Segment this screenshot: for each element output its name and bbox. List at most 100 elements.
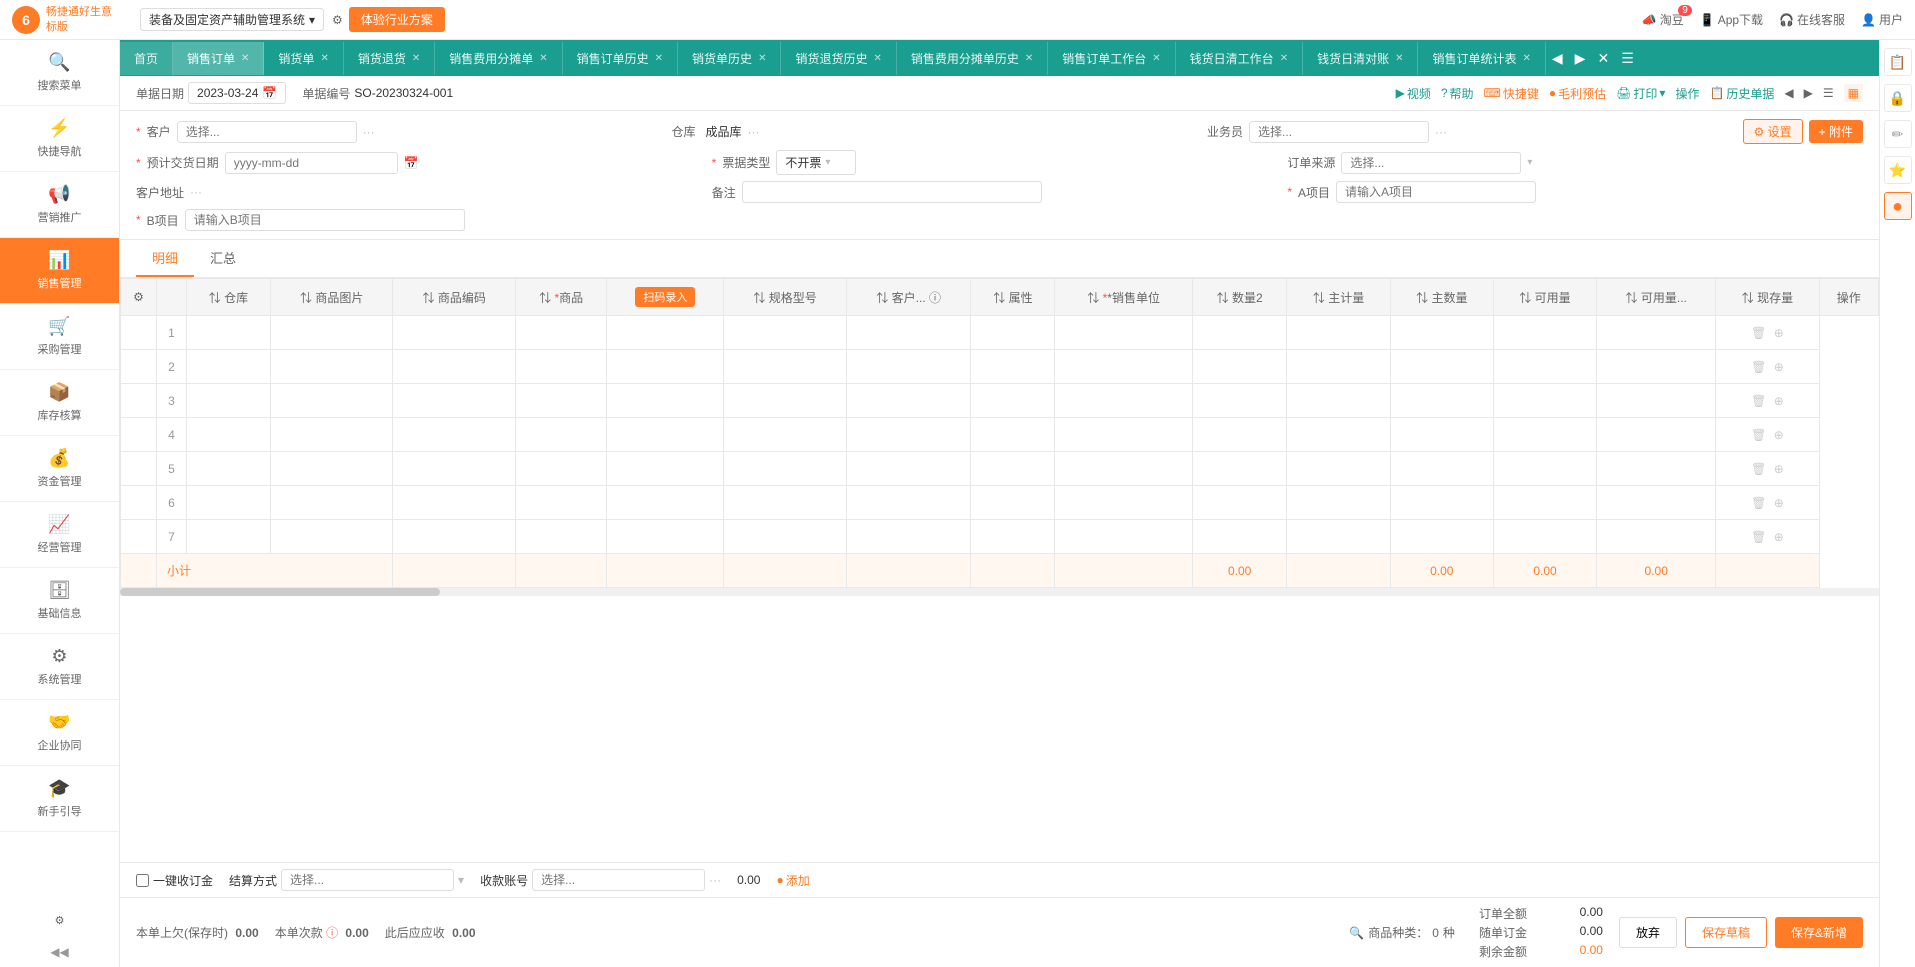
tab-close-icon[interactable]: ✕ xyxy=(873,53,881,64)
a-project-input[interactable] xyxy=(1336,181,1536,203)
customer-dots[interactable]: ··· xyxy=(363,125,375,139)
tab-close-icon[interactable]: ✕ xyxy=(412,53,420,64)
th-attr[interactable]: ⇅ 属性 xyxy=(971,279,1055,316)
one-click-checkbox[interactable] xyxy=(136,874,149,887)
b-project-input[interactable] xyxy=(185,209,465,231)
delivery-date-input[interactable] xyxy=(225,152,398,174)
tab-detail[interactable]: 明细 xyxy=(136,240,194,277)
tab-summary[interactable]: 汇总 xyxy=(194,240,252,277)
customer-input[interactable] xyxy=(177,121,357,143)
tab-sales-bill[interactable]: 销货单 ✕ xyxy=(264,42,343,75)
tab-close-icon[interactable]: ✕ xyxy=(539,53,547,64)
add-btn[interactable]: ● 添加 xyxy=(776,872,809,889)
sidebar-item-basic[interactable]: 🗄 基础信息 xyxy=(0,568,119,634)
delete-icon[interactable]: 🗑 xyxy=(1751,428,1766,442)
delete-icon[interactable]: 🗑 xyxy=(1751,326,1766,340)
tab-close-all-btn[interactable]: ✕ xyxy=(1591,50,1615,67)
tab-prev-btn[interactable]: ◀ xyxy=(1546,50,1569,67)
grid-view-icon[interactable]: ▦ xyxy=(1844,84,1863,102)
tab-sales-expense[interactable]: 销售费用分摊单 ✕ xyxy=(435,42,562,75)
operation-link[interactable]: 操作 xyxy=(1675,85,1699,102)
th-available[interactable]: ⇅ 可用量 xyxy=(1493,279,1596,316)
tab-expense-history[interactable]: 销售费用分摊单历史 ✕ xyxy=(897,42,1048,75)
one-click-checkbox-label[interactable]: 一键收订金 xyxy=(136,872,213,889)
salesperson-dots[interactable]: ··· xyxy=(1435,125,1447,139)
tab-cash-reconcile[interactable]: 钱货日清对账 ✕ xyxy=(1303,42,1418,75)
list-view-icon[interactable]: ☰ xyxy=(1823,86,1834,100)
print-link[interactable]: 🖨 打印 ▾ xyxy=(1616,85,1665,102)
attach-btn[interactable]: + 附件 xyxy=(1809,120,1863,143)
tab-close-icon[interactable]: ✕ xyxy=(1025,53,1033,64)
th-scan[interactable]: 扫码录入 xyxy=(607,279,724,316)
tab-sales-order-history[interactable]: 销售订单历史 ✕ xyxy=(563,42,678,75)
th-stock[interactable]: ⇅ 现存量 xyxy=(1716,279,1819,316)
sidebar-item-system[interactable]: ⚙ 系统管理 xyxy=(0,634,119,700)
date-input[interactable]: 2023-03-24 📅 xyxy=(188,82,286,104)
th-image[interactable]: ⇅ 商品图片 xyxy=(270,279,392,316)
copy-icon[interactable]: ⊕ xyxy=(1774,496,1784,510)
th-main-unit[interactable]: ⇅ 主计量 xyxy=(1287,279,1390,316)
notes-input[interactable] xyxy=(742,181,1042,203)
delete-icon[interactable]: 🗑 xyxy=(1751,462,1766,476)
right-icon-lock[interactable]: 🔒 xyxy=(1884,84,1912,112)
account-dots[interactable]: ··· xyxy=(709,873,721,887)
th-unit[interactable]: ⇅ **销售单位 xyxy=(1055,279,1192,316)
horizontal-scrollbar[interactable] xyxy=(120,588,1879,596)
tab-order-workbench[interactable]: 销售订单工作台 ✕ xyxy=(1048,42,1175,75)
user-menu[interactable]: 👤 用户 xyxy=(1861,11,1903,28)
help-link[interactable]: ? 帮助 xyxy=(1441,85,1474,102)
save-new-btn[interactable]: 保存&新增 xyxy=(1775,917,1863,948)
app-download-link[interactable]: 📱 App下载 xyxy=(1700,11,1763,28)
th-product[interactable]: ⇅ *商品 xyxy=(515,279,606,316)
sidebar-item-marketing[interactable]: 📢 营销推广 xyxy=(0,172,119,238)
sidebar-item-finance[interactable]: 💰 资金管理 xyxy=(0,436,119,502)
th-warehouse[interactable]: ⇅ 仓库 xyxy=(187,279,271,316)
sidebar-item-operations[interactable]: 📈 经营管理 xyxy=(0,502,119,568)
save-draft-btn[interactable]: 保存草稿 xyxy=(1685,917,1767,948)
payment-method-input[interactable] xyxy=(281,869,454,891)
tab-bill-history[interactable]: 销货单历史 ✕ xyxy=(678,42,781,75)
tab-next-btn[interactable]: ▶ xyxy=(1569,50,1592,67)
account-input[interactable] xyxy=(532,869,705,891)
right-icon-clipboard[interactable]: 📋 xyxy=(1884,48,1912,76)
settings-btn[interactable]: ⚙ 设置 xyxy=(1743,119,1803,144)
copy-icon[interactable]: ⊕ xyxy=(1774,530,1784,544)
tab-home[interactable]: 首页 xyxy=(120,42,173,75)
sidebar-item-quicknav[interactable]: ⚡ 快捷导航 xyxy=(0,106,119,172)
online-support-link[interactable]: 🎧 在线客服 xyxy=(1779,11,1845,28)
warehouse-dots[interactable]: ··· xyxy=(748,125,760,139)
tab-close-icon[interactable]: ✕ xyxy=(655,53,663,64)
order-source-input[interactable] xyxy=(1341,152,1521,174)
th-gear[interactable]: ⚙ xyxy=(121,279,157,316)
copy-icon[interactable]: ⊕ xyxy=(1774,462,1784,476)
tab-close-icon[interactable]: ✕ xyxy=(1523,53,1531,64)
sidebar-collapse-btn[interactable]: ◀◀ xyxy=(0,937,119,967)
delete-icon[interactable]: 🗑 xyxy=(1751,360,1766,374)
tab-menu-btn[interactable]: ☰ xyxy=(1615,50,1640,67)
sidebar-item-guide[interactable]: 🎓 新手引导 xyxy=(0,766,119,832)
invoice-type-select[interactable]: 不开票 ▾ xyxy=(776,150,856,175)
notification-area[interactable]: 📣 淘豆 9 xyxy=(1641,11,1683,28)
delete-icon[interactable]: 🗑 xyxy=(1751,394,1766,408)
copy-icon[interactable]: ⊕ xyxy=(1774,428,1784,442)
sidebar-item-sales[interactable]: 📊 销售管理 xyxy=(0,238,119,304)
copy-icon[interactable]: ⊕ xyxy=(1774,360,1784,374)
tab-close-icon[interactable]: ✕ xyxy=(758,53,766,64)
discard-btn[interactable]: 放弃 xyxy=(1619,917,1677,948)
right-icon-star[interactable]: ⭐ xyxy=(1884,156,1912,184)
delete-icon[interactable]: 🗑 xyxy=(1751,496,1766,510)
salesperson-input[interactable] xyxy=(1249,121,1429,143)
industry-btn[interactable]: 体验行业方案 xyxy=(349,7,445,32)
tab-close-icon[interactable]: ✕ xyxy=(1152,53,1160,64)
settings-icon[interactable]: ⚙ xyxy=(332,13,343,27)
tab-close-icon[interactable]: ✕ xyxy=(1280,53,1288,64)
sidebar-item-search[interactable]: 🔍 搜索菜单 xyxy=(0,40,119,106)
copy-icon[interactable]: ⊕ xyxy=(1774,394,1784,408)
sidebar-settings-btn[interactable]: ⚙ xyxy=(0,904,119,937)
scrollbar-thumb[interactable] xyxy=(120,588,440,596)
tab-close-icon[interactable]: ✕ xyxy=(320,53,328,64)
delete-icon[interactable]: 🗑 xyxy=(1751,530,1766,544)
th-qty2[interactable]: ⇅ 数量2 xyxy=(1192,279,1287,316)
sidebar-item-purchase[interactable]: 🛒 采购管理 xyxy=(0,304,119,370)
shortcut-link[interactable]: ⌨ 快捷键 xyxy=(1484,85,1539,102)
